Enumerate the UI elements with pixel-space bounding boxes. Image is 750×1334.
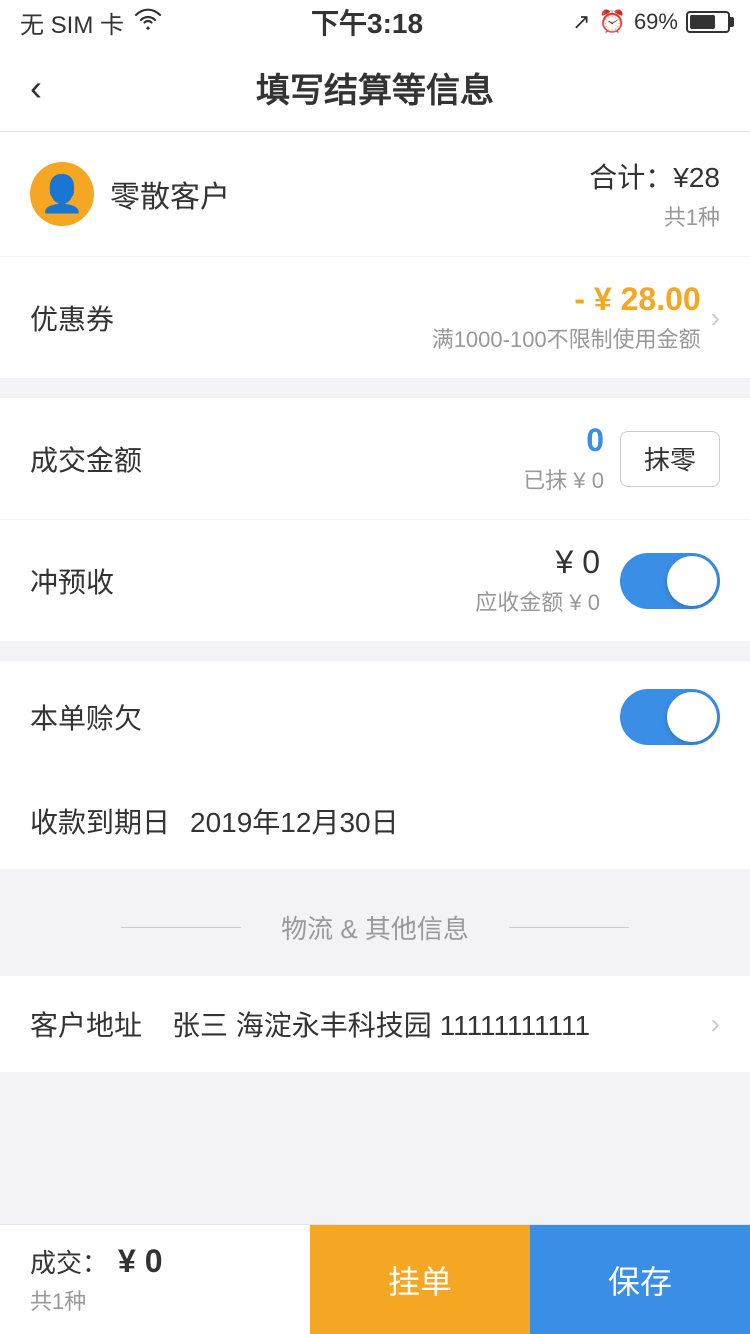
due-date-row: 收款到期日 2019年12月30日 xyxy=(0,773,750,869)
back-button[interactable]: ‹ xyxy=(30,67,42,109)
bottom-deal-row: 成交： ¥ 0 xyxy=(30,1243,280,1280)
battery-percent: 69% xyxy=(634,9,678,35)
status-left: 无 SIM 卡 xyxy=(20,5,162,40)
address-label: 客户地址 xyxy=(30,1004,142,1044)
deal-amount-row: 成交金额 0 已抹 ¥ 0 抹零 xyxy=(0,398,750,520)
logistics-header: 物流 & 其他信息 xyxy=(0,909,750,946)
battery-icon xyxy=(686,11,730,33)
alarm-icon: ⏰ xyxy=(599,9,626,35)
address-chevron-icon: › xyxy=(711,1008,720,1040)
customer-section: 👤 零散客户 合计：¥28 共1种 优惠券 - ¥ 28.00 满1000-10… xyxy=(0,132,750,378)
logistics-title: 物流 & 其他信息 xyxy=(281,909,469,946)
deal-section: 成交金额 0 已抹 ¥ 0 抹零 冲预收 ¥ 0 应收金额 ¥ 0 xyxy=(0,398,750,641)
bottom-deal-label: 成交： xyxy=(30,1243,108,1280)
nav-bar: ‹ 填写结算等信息 xyxy=(0,44,750,132)
debit-row: 本单赊欠 xyxy=(0,661,750,773)
coupon-row[interactable]: 优惠券 - ¥ 28.00 满1000-100不限制使用金额 › xyxy=(0,256,750,378)
section-gap-3 xyxy=(0,869,750,889)
save-button[interactable]: 保存 xyxy=(530,1225,750,1334)
chevron-right-icon: › xyxy=(711,302,720,334)
debit-section: 本单赊欠 收款到期日 2019年12月30日 xyxy=(0,661,750,869)
avatar-icon: 👤 xyxy=(40,173,85,215)
bottom-deal-amount: ¥ 0 xyxy=(118,1243,162,1280)
location-icon: ↗ xyxy=(572,9,590,35)
debit-toggle-knob xyxy=(667,692,717,742)
customer-name: 零散客户 xyxy=(110,172,230,216)
coupon-amount: - ¥ 28.00 xyxy=(432,281,701,318)
deal-amount-col: 0 已抹 ¥ 0 xyxy=(523,422,604,495)
debit-label: 本单赊欠 xyxy=(30,697,142,737)
customer-count: 共1种 xyxy=(589,200,720,232)
status-right: ↗ ⏰ 69% xyxy=(572,9,730,35)
deal-amount-sub: 已抹 ¥ 0 xyxy=(523,463,604,495)
wifi-icon xyxy=(134,8,162,37)
toggle-knob xyxy=(667,556,717,606)
status-bar: 无 SIM 卡 下午3:18 ↗ ⏰ 69% xyxy=(0,0,750,44)
charge-value-col: ¥ 0 应收金额 ¥ 0 xyxy=(475,544,600,617)
deal-amount-right: 0 已抹 ¥ 0 抹零 xyxy=(523,422,720,495)
bottom-count: 共1种 xyxy=(30,1284,280,1316)
section-gap-1 xyxy=(0,378,750,398)
logistics-section: 物流 & 其他信息 xyxy=(0,889,750,966)
section-gap-2 xyxy=(0,641,750,661)
customer-total: 合计：¥28 xyxy=(589,156,720,196)
charge-value: ¥ 0 xyxy=(475,544,600,581)
due-date-value: 2019年12月30日 xyxy=(190,801,399,841)
address-row[interactable]: 客户地址 张三 海淀永丰科技园 11111111111 › xyxy=(0,976,750,1072)
charge-value-sub: 应收金额 ¥ 0 xyxy=(475,585,600,617)
customer-row: 👤 零散客户 合计：¥28 共1种 xyxy=(0,132,750,256)
deal-amount-label: 成交金额 xyxy=(30,439,142,479)
deal-amount-value: 0 xyxy=(523,422,604,459)
bottom-left: 成交： ¥ 0 共1种 xyxy=(0,1243,310,1316)
customer-right: 合计：¥28 共1种 xyxy=(589,156,720,232)
charge-right: ¥ 0 应收金额 ¥ 0 xyxy=(475,544,720,617)
address-value: 张三 海淀永丰科技园 11111111111 xyxy=(172,1004,711,1044)
coupon-info: - ¥ 28.00 满1000-100不限制使用金额 xyxy=(432,281,701,354)
page-title: 填写结算等信息 xyxy=(256,63,494,112)
debit-toggle[interactable] xyxy=(620,689,720,745)
coupon-right: - ¥ 28.00 满1000-100不限制使用金额 › xyxy=(432,281,720,354)
charge-toggle[interactable] xyxy=(620,553,720,609)
charge-row: 冲预收 ¥ 0 应收金额 ¥ 0 xyxy=(0,520,750,641)
coupon-label: 优惠券 xyxy=(30,298,114,338)
customer-avatar: 👤 xyxy=(30,162,94,226)
coupon-desc: 满1000-100不限制使用金额 xyxy=(432,322,701,354)
due-date-label: 收款到期日 xyxy=(30,801,170,841)
section-gap-4 xyxy=(0,966,750,976)
hang-button[interactable]: 挂单 xyxy=(310,1225,530,1334)
bottom-bar: 成交： ¥ 0 共1种 挂单 保存 xyxy=(0,1224,750,1334)
no-sim-text: 无 SIM 卡 xyxy=(20,5,124,40)
status-time: 下午3:18 xyxy=(311,2,423,42)
customer-left: 👤 零散客户 xyxy=(30,162,230,226)
section-gap-5 xyxy=(0,1072,750,1092)
charge-label: 冲预收 xyxy=(30,561,114,601)
round-off-button[interactable]: 抹零 xyxy=(620,431,720,487)
